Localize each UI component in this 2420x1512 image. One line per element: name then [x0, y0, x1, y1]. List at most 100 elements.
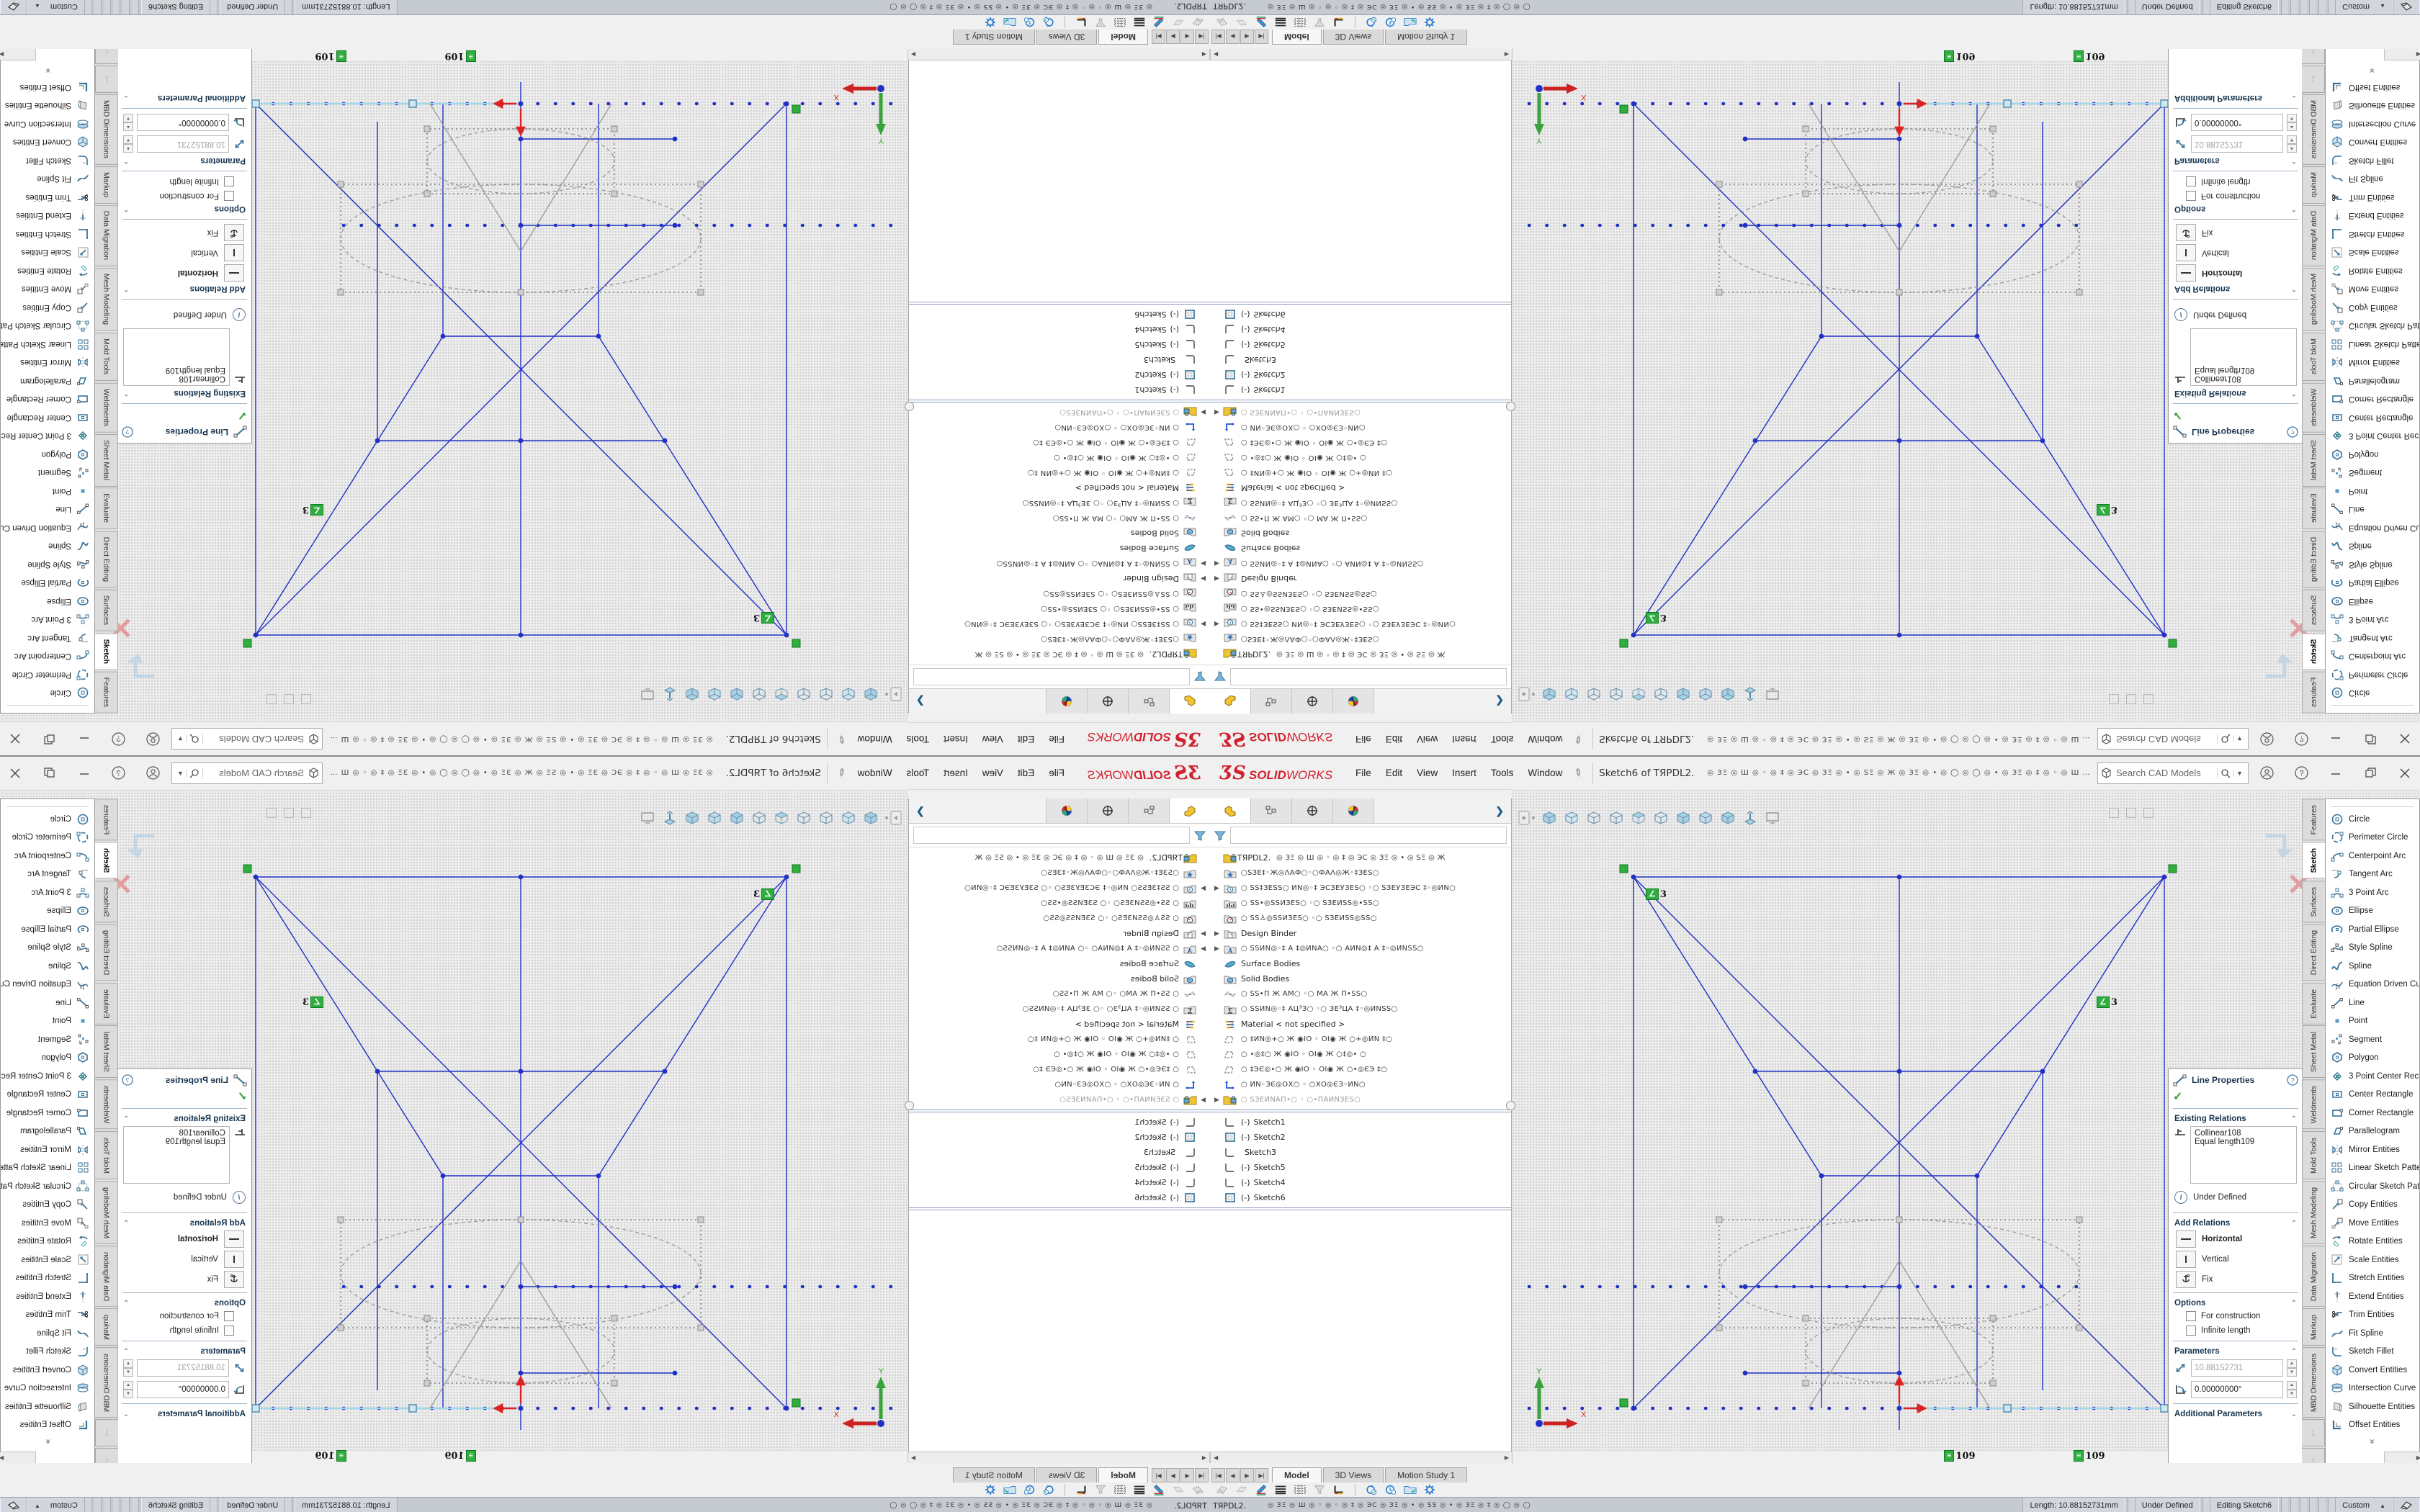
angle-badge[interactable]: ∠ 3 [302, 996, 323, 1008]
restore-button[interactable] [42, 732, 58, 747]
horizontal-scrollbar-right[interactable]: ▶ [2384, 1452, 2420, 1464]
menu-tools[interactable]: Tools [900, 763, 937, 783]
collapse-icon[interactable]: ⌃ [2291, 285, 2297, 293]
tree-row-sketch[interactable]: Sketch3 [1210, 1145, 1511, 1160]
panel-splitter-handle[interactable] [1506, 1101, 1515, 1110]
expand-icon[interactable]: ⌄ [2291, 1410, 2297, 1418]
tool-3-point-arc[interactable]: 3 Point Arc [2326, 611, 2419, 629]
commandmanager-tab-surfaces[interactable]: Surfaces [2302, 881, 2325, 922]
relation-item[interactable]: Collinear108 [127, 374, 225, 383]
tool-extend-entities[interactable]: Extend Entities [1, 207, 94, 225]
tool-convert-entities[interactable]: Convert Entities [1, 133, 94, 152]
filter-input[interactable] [1230, 668, 1507, 685]
section-additional-parameters[interactable]: Additional Parameters⌄ [2169, 1407, 2303, 1420]
tool-linear-sketch-pattern[interactable]: Linear Sketch Pattern [1, 335, 94, 354]
commandmanager-tab-sketch[interactable]: Sketch [95, 842, 118, 878]
flyout-expand-icon[interactable]: ❯ [909, 798, 932, 823]
horizontal-icon[interactable] [2176, 264, 2196, 282]
tree-row-sketch[interactable]: Sketch3 [909, 352, 1210, 367]
tree-row[interactable]: Solid Bodies [1210, 526, 1511, 541]
tool-point[interactable]: Point [2326, 482, 2419, 500]
tool-centerpoint-arc[interactable]: Centerpoint Arc [2326, 847, 2419, 865]
commandmanager-tab-mbd-dimensions[interactable]: MBD Dimensions [2302, 94, 2325, 165]
commandmanager-tab-features[interactable]: Features [95, 798, 118, 840]
horizontal-icon[interactable] [2176, 1230, 2196, 1248]
relation-item[interactable]: Collinear108 [2195, 1129, 2293, 1138]
expand-icon[interactable]: ⌄ [2291, 94, 2297, 102]
cube-face-icon[interactable] [839, 809, 858, 827]
length-spinner[interactable]: ▲▼ [2287, 1359, 2297, 1377]
tree-row[interactable]: ○ ЅЅ♙◎ЅЅИЗЕЅ○ ◦○ ЅЗЕИЅЅ◎ЅЅ○ [909, 911, 1210, 926]
tree-row-sketch[interactable]: (-)Sketch1 [1210, 1115, 1511, 1130]
tree-row-sketch[interactable]: (-)Sketch5 [909, 1160, 1210, 1175]
tree-filter[interactable] [1210, 824, 1511, 847]
horizontal-icon[interactable] [224, 1230, 244, 1248]
cube-face-icon[interactable] [1562, 809, 1581, 827]
gear-icon[interactable] [1423, 1484, 1436, 1495]
tree-row[interactable]: ▶○ ЅЗЕИΝАП•○ ◦ ○•ПАИΝЗЕЅ○ [1210, 405, 1511, 420]
tool-mirror-entities[interactable]: Mirror Entities [2326, 1140, 2419, 1159]
commandmanager-tab-mesh-modeling[interactable]: Mesh Modeling [95, 1181, 118, 1244]
ghost-filter-icon[interactable] [1313, 17, 1326, 28]
tool-circular-sketch-pattern[interactable]: Circular Sketch Pattern [1, 317, 94, 336]
tool-extend-entities[interactable]: Extend Entities [2326, 1287, 2419, 1306]
help-icon[interactable]: ? [2293, 765, 2309, 781]
search-caret-icon[interactable]: ▼ [175, 736, 187, 743]
tree-row[interactable]: ○ •◎‡○ Ж ◉ІО ◦ ОІ◉ Ж ○‡◎• ○ [909, 450, 1210, 465]
folder-check-icon[interactable] [1404, 17, 1417, 28]
tool-move-entities[interactable]: Move Entities [2326, 1214, 2419, 1233]
cube-small-icon[interactable] [1652, 809, 1670, 827]
tree-row[interactable]: ○ ‡ЭЄ◎•○ Ж ◉ІО ◦ ОІ◉ Ж ○•◎ЄЭ ‡○ [1210, 435, 1511, 450]
pin-icon[interactable]: ✎ [1572, 765, 1585, 780]
commandmanager-tab--[interactable]: ⋮ [2302, 1419, 2325, 1446]
ok-button[interactable]: ✓ [117, 407, 251, 424]
relation-item[interactable]: Equal length109 [127, 366, 225, 374]
commandmanager-tab-direct-editing[interactable]: Direct Editing [95, 531, 118, 588]
checkbox-icon[interactable] [224, 191, 234, 201]
tool-stretch-entities[interactable]: Stretch Entities [1, 225, 94, 243]
panel-help-icon[interactable]: ? [122, 426, 133, 438]
tool-3-point-arc[interactable]: 3 Point Arc [2326, 883, 2419, 902]
tool-ellipse[interactable]: Ellipse [2326, 592, 2419, 611]
expand-icon[interactable]: ▶ [1197, 1096, 1206, 1104]
section-existing-relations[interactable]: Existing Relations⌃ [2169, 1112, 2303, 1125]
tree-row-sketch[interactable]: (-)Sketch2 [1210, 367, 1511, 382]
horizontal-scrollbar-right[interactable]: ▶ [0, 1452, 36, 1464]
tree-row[interactable]: ▶○ ЅЗЕИΝАП•○ ◦ ○•ПАИΝЗЕЅ○ [909, 405, 1210, 420]
relations-listbox[interactable]: Collinear108Equal length109 [2190, 1126, 2297, 1184]
tree-row[interactable]: Σ○ ЅЅИΝ◎◦‡ АЦ³З○ ◦○ ЗЕ³ЦА ‡◦◎ИΝЅЅ○ [909, 495, 1210, 510]
doc-play-icon[interactable]: ▼ [884, 809, 902, 827]
option-for-construction[interactable]: For construction [117, 1309, 251, 1323]
expand-icon[interactable]: ▶ [1197, 408, 1206, 416]
menu-edit[interactable]: Edit [1379, 729, 1410, 749]
dimension-badge[interactable]: ≡ 109 [444, 1450, 476, 1462]
option-for-construction[interactable]: For construction [2169, 1309, 2303, 1323]
tool-3-point-arc[interactable]: 3 Point Arc [1, 611, 94, 629]
tool-move-entities[interactable]: Move Entities [1, 280, 94, 299]
length-input[interactable] [2192, 1364, 2282, 1372]
tree-row-sketch[interactable]: (-)Sketch2 [909, 367, 1210, 382]
section-add-relations[interactable]: Add Relations⌃ [117, 1216, 251, 1229]
checkbox-icon[interactable] [224, 1311, 234, 1321]
restore-button[interactable] [2362, 732, 2378, 747]
tab-featuremanager[interactable] [1210, 798, 1251, 823]
tree-row[interactable]: ○ЅЗЕ‡◦Ж◎ΛАФ○◦○ФАΛ◎Ж◦‡ЗЕЅ○ [909, 865, 1210, 881]
sync-icon[interactable] [1365, 1484, 1378, 1495]
folder-check-icon[interactable] [1404, 1484, 1417, 1495]
cube-top-icon[interactable] [772, 809, 791, 827]
commandmanager-tab-sheet-metal[interactable]: Sheet Metal [2302, 434, 2325, 487]
tree-row-sketch[interactable]: (-)Sketch1 [909, 382, 1210, 397]
status-tool-icon[interactable] [0, 0, 27, 14]
sketch-canvas[interactable] [231, 60, 908, 676]
add-relation-vertical[interactable]: Vertical [117, 1249, 251, 1269]
commandmanager-tab-mbd-dimensions[interactable]: MBD Dimensions [95, 1347, 118, 1418]
menu-view[interactable]: View [1410, 729, 1445, 749]
horizontal-scrollbar-right[interactable]: ▶ [0, 48, 36, 60]
fix-anchor-icon[interactable] [224, 1271, 244, 1288]
tree-row[interactable]: ▶Design Binder [1210, 926, 1511, 941]
tree-row-sketch[interactable]: (-)Sketch2 [909, 1130, 1210, 1145]
relations-listbox[interactable]: Collinear108Equal length109 [2190, 328, 2297, 386]
ghost-plane-icon[interactable] [1235, 17, 1248, 28]
pin-icon[interactable]: ✎ [835, 732, 848, 747]
exit-sketch-icon[interactable] [2260, 829, 2298, 863]
